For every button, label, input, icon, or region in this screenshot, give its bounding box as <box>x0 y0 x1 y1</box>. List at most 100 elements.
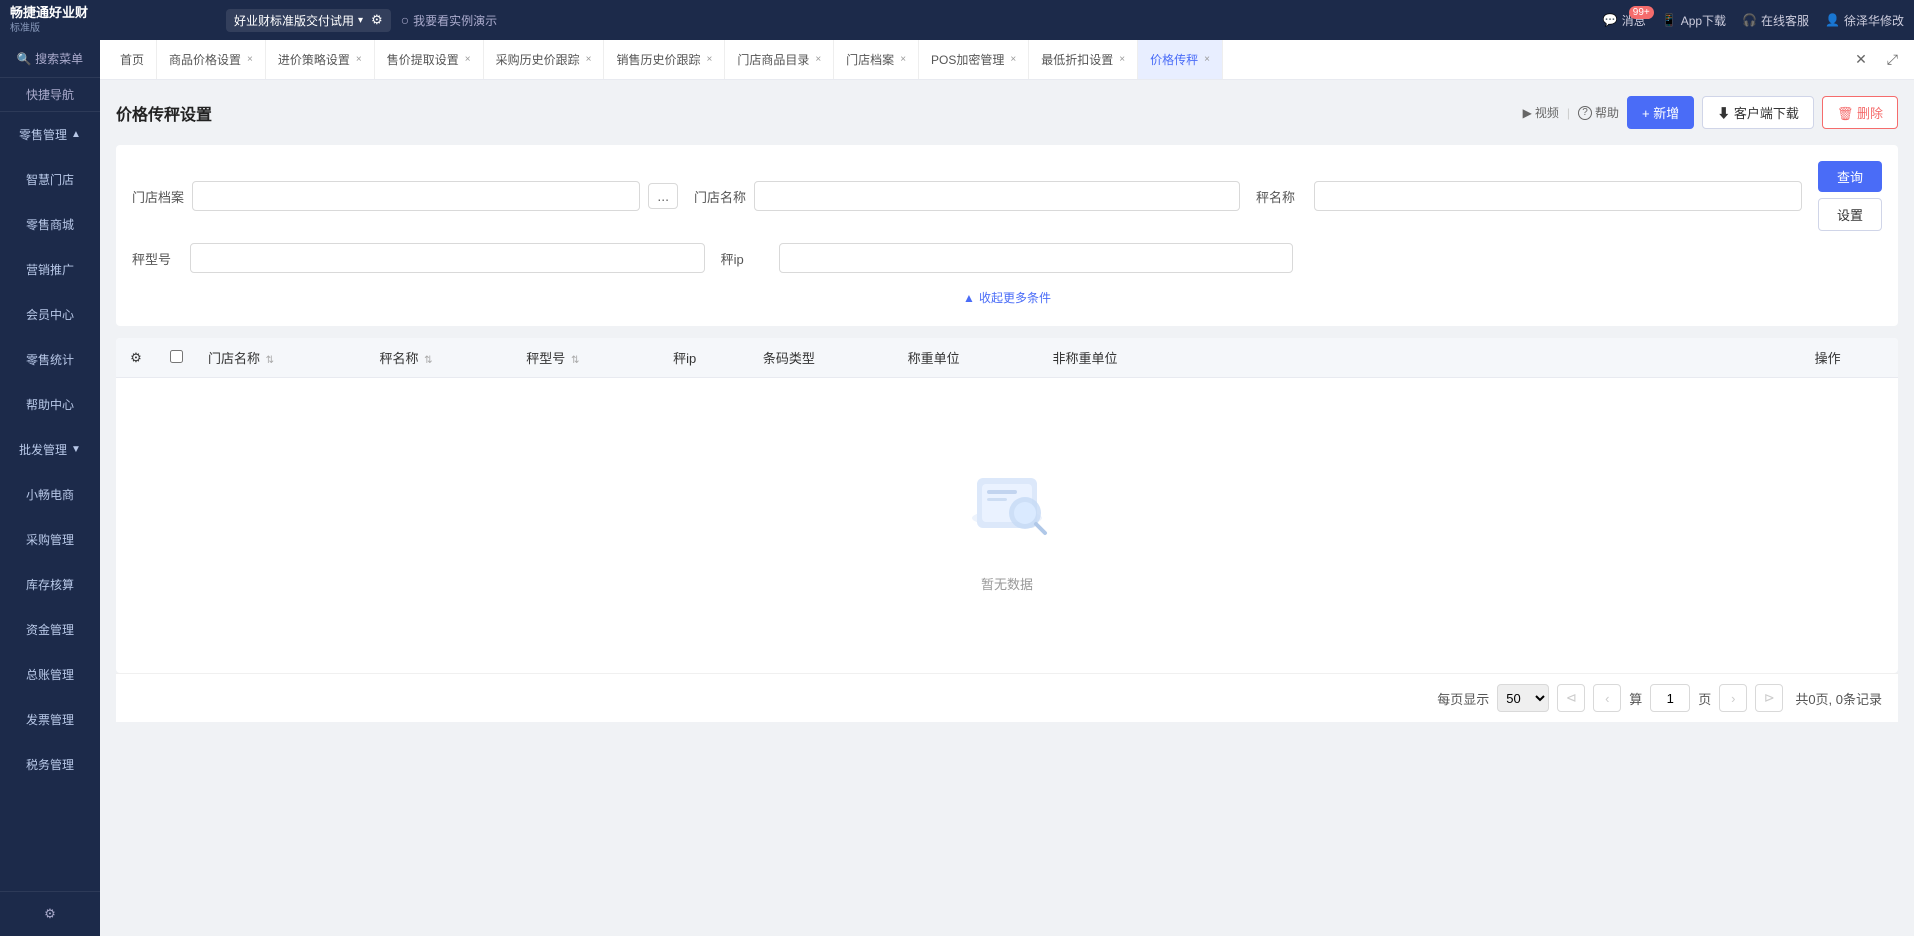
pagination-first-btn[interactable]: ⊲ <box>1557 684 1585 712</box>
tab-close-price-scale[interactable]: × <box>1204 54 1210 65</box>
scale-model-field: 秤型号 <box>132 243 705 273</box>
tab-bar: 首页 商品价格设置 × 进价策略设置 × 售价提取设置 × 采购历史价跟踪 × <box>100 40 1914 80</box>
tab-close-store-catalog[interactable]: × <box>815 54 821 65</box>
store-profile-dots-btn[interactable]: ... <box>648 183 678 209</box>
scale-name-input[interactable] <box>1314 181 1802 211</box>
tab-pos-mgmt[interactable]: POS加密管理 × <box>919 40 1029 80</box>
sidebar-item-retail-stats[interactable]: 零售统计 <box>0 337 100 382</box>
sidebar-item-marketing[interactable]: 营销推广 <box>0 247 100 292</box>
page-input[interactable] <box>1650 684 1690 712</box>
tab-close-sale-history[interactable]: × <box>706 54 712 65</box>
store-name-field: 门店名称 <box>694 181 1240 211</box>
sidebar-settings-btn[interactable]: ⚙ <box>0 891 100 936</box>
page-content: 价格传秤设置 ▶ 视频 | ? 帮助 + 新增 <box>100 80 1914 936</box>
download-button[interactable]: ⬇ 客户端下载 <box>1702 96 1814 129</box>
collapse-up-icon: ▲ <box>963 291 975 305</box>
tab-close-product-price[interactable]: × <box>247 54 253 65</box>
tab-product-price[interactable]: 商品价格设置 × <box>157 40 266 80</box>
online-service-btn[interactable]: 🎧 在线客服 <box>1742 12 1809 29</box>
sidebar-item-label: 零售商城 <box>26 216 74 233</box>
settings-icon[interactable]: ⚙ <box>371 12 383 28</box>
query-button[interactable]: 查询 <box>1818 161 1882 192</box>
tab-close-sale-extract[interactable]: × <box>465 54 471 65</box>
set-button[interactable]: 设置 <box>1818 198 1882 231</box>
demo-link[interactable]: ○ 我要看实例演示 <box>401 12 497 29</box>
store-profile-label: 门店档案 <box>132 187 184 206</box>
sidebar-item-invoice-mgmt[interactable]: 发票管理 <box>0 697 100 742</box>
sidebar-item-label: 税务管理 <box>26 756 74 773</box>
message-btn[interactable]: 💬 消息 99+ <box>1603 12 1646 29</box>
collapse-btn[interactable]: ▲ 收起更多条件 <box>955 285 1059 310</box>
store-profile-field: 门店档案 ... <box>132 181 678 211</box>
sidebar-item-purchase-mgmt[interactable]: 采购管理 <box>0 517 100 562</box>
sidebar-item-label: 零售管理 <box>19 126 67 143</box>
sidebar-item-retail-mall[interactable]: 零售商城 <box>0 202 100 247</box>
tab-price-scale[interactable]: 价格传秤 × <box>1138 40 1223 80</box>
sidebar-item-retail-mgmt[interactable]: 零售管理 ▲ <box>0 112 100 157</box>
sidebar-item-label: 资金管理 <box>26 621 74 638</box>
tab-close-store-profile[interactable]: × <box>900 54 906 65</box>
col-barcode-type: 条码类型 <box>751 338 896 378</box>
tab-close-purchase-strategy[interactable]: × <box>356 54 362 65</box>
user-btn[interactable]: 👤 徐泽华修改 <box>1825 12 1904 29</box>
per-page-label: 每页显示 <box>1437 689 1489 708</box>
sidebar-search[interactable]: 🔍 搜索菜单 <box>0 40 100 78</box>
logo-area: 畅捷通好业财 标准版 <box>10 5 210 35</box>
sidebar-item-label: 帮助中心 <box>26 396 74 413</box>
empty-text: 暂无数据 <box>981 574 1033 593</box>
sidebar-item-help-center[interactable]: 帮助中心 <box>0 382 100 427</box>
sidebar-item-member-center[interactable]: 会员中心 <box>0 292 100 337</box>
tab-home[interactable]: 首页 <box>108 40 157 80</box>
tab-purchase-strategy[interactable]: 进价策略设置 × <box>266 40 375 80</box>
data-table: ⚙ 门店名称 ⇅ 秤名称 <box>116 338 1898 673</box>
pagination-prev-btn[interactable]: ‹ <box>1593 684 1621 712</box>
sidebar-quick-nav[interactable]: 快捷导航 <box>0 78 100 112</box>
store-name-input[interactable] <box>754 181 1240 211</box>
tab-sale-extract[interactable]: 售价提取设置 × <box>375 40 484 80</box>
tab-expand-btn[interactable]: ⤢ <box>1879 47 1906 72</box>
sidebar-item-xiaochang-ec[interactable]: 小畅电商 <box>0 472 100 517</box>
pagination-next-btn[interactable]: › <box>1719 684 1747 712</box>
empty-icon <box>957 458 1057 558</box>
gear-icon: ⚙ <box>44 906 56 921</box>
sidebar-item-wholesale-mgmt[interactable]: 批发管理 ▼ <box>0 427 100 472</box>
sidebar-item-label: 零售统计 <box>26 351 74 368</box>
help-link[interactable]: ? 帮助 <box>1578 104 1619 121</box>
app-download-btn[interactable]: 📱 App下载 <box>1662 12 1726 29</box>
store-profile-input[interactable] <box>192 181 640 211</box>
sidebar-item-smart-store[interactable]: 智慧门店 <box>0 157 100 202</box>
tab-store-catalog[interactable]: 门店商品目录 × <box>725 40 834 80</box>
add-button[interactable]: + 新增 <box>1627 96 1694 129</box>
headset-icon: 🎧 <box>1742 13 1757 27</box>
pagination-last-btn[interactable]: ⊳ <box>1755 684 1783 712</box>
table-header-checkbox[interactable] <box>156 338 196 378</box>
chevron-down-icon: ▾ <box>358 15 363 26</box>
logo-version: 标准版 <box>10 22 88 35</box>
tab-close-min-discount[interactable]: × <box>1119 54 1125 65</box>
scale-name-label: 秤名称 <box>1256 187 1306 206</box>
tab-sale-history[interactable]: 销售历史价跟踪 × <box>604 40 725 80</box>
sidebar-item-tax-mgmt[interactable]: 税务管理 <box>0 742 100 787</box>
sidebar-item-funds-mgmt[interactable]: 资金管理 <box>0 607 100 652</box>
tab-min-discount[interactable]: 最低折扣设置 × <box>1029 40 1138 80</box>
sidebar-item-general-ledger[interactable]: 总账管理 <box>0 652 100 697</box>
tab-purchase-history[interactable]: 采购历史价跟踪 × <box>484 40 605 80</box>
scale-ip-input[interactable] <box>779 243 1294 273</box>
per-page-select[interactable]: 10 20 50 100 <box>1497 684 1549 712</box>
tab-close-purchase-history[interactable]: × <box>586 54 592 65</box>
top-bar: 畅捷通好业财 标准版 好业财标准版交付试用 ▾ ⚙ ○ 我要看实例演示 💬 消息… <box>0 0 1914 40</box>
page-unit: 页 <box>1698 689 1711 708</box>
search-icon: 🔍 <box>17 52 32 66</box>
scale-model-input[interactable] <box>190 243 705 273</box>
tab-store-profile[interactable]: 门店档案 × <box>834 40 919 80</box>
page-title: 价格传秤设置 <box>116 101 212 125</box>
table-header-settings[interactable]: ⚙ <box>116 338 156 378</box>
video-link[interactable]: ▶ 视频 <box>1523 104 1559 121</box>
tab-close-btn[interactable]: ✕ <box>1847 47 1875 72</box>
table-settings-icon[interactable]: ⚙ <box>130 350 142 365</box>
version-selector[interactable]: 好业财标准版交付试用 ▾ ⚙ <box>226 9 391 32</box>
sidebar-item-inventory[interactable]: 库存核算 <box>0 562 100 607</box>
delete-button[interactable]: 🗑 删除 <box>1822 96 1898 129</box>
select-all-checkbox[interactable] <box>170 350 183 363</box>
tab-close-pos-mgmt[interactable]: × <box>1010 54 1016 65</box>
